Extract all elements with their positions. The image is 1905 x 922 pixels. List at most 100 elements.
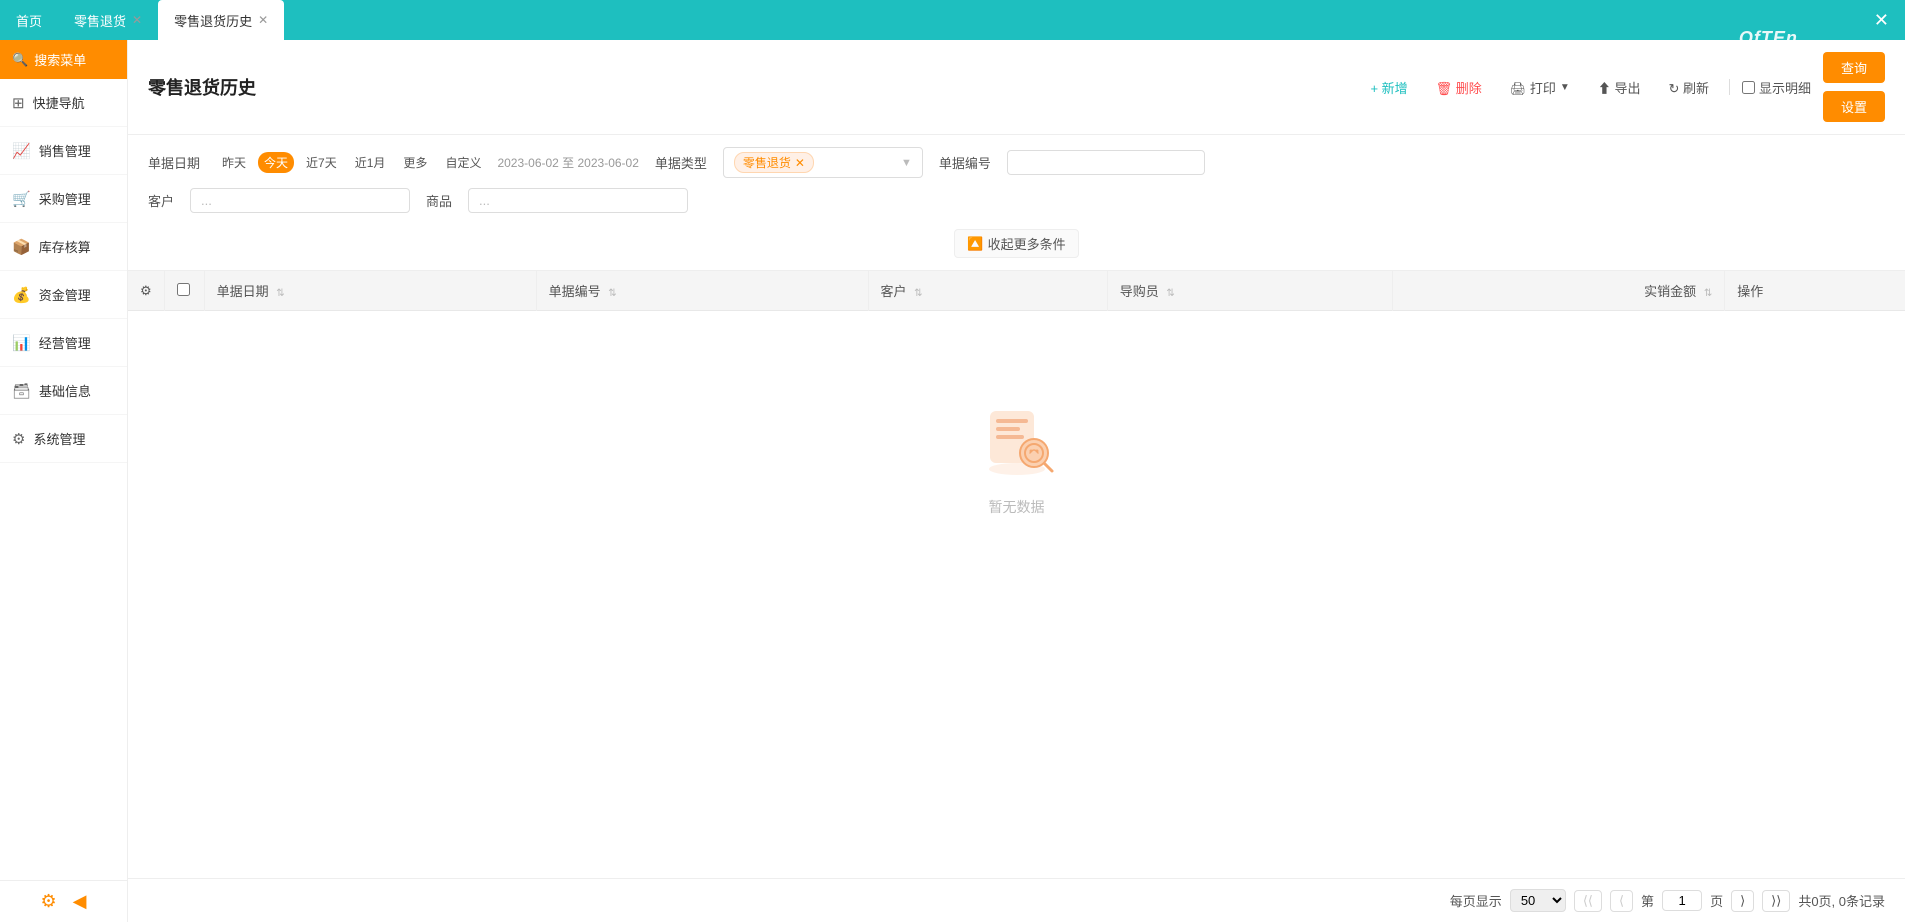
- sidebar-item-sales[interactable]: 📈 销售管理: [0, 127, 127, 175]
- shortcuts-icon: ⊞: [12, 94, 25, 112]
- collapse-button[interactable]: 🔼 收起更多条件: [954, 229, 1078, 258]
- sidebar-item-system[interactable]: ⚙ 系统管理: [0, 415, 127, 463]
- page-header: 零售退货历史 + 新增 🗑 删除 🖨 打印 ▼ ⬆ 导出 ↻ 刷新 显示明细 查…: [128, 40, 1905, 135]
- pagination: 每页显示 50 10 20 100 ⟨⟨ ⟨ 第 页 ⟩ ⟩⟩ 共0页, 0条记…: [128, 878, 1905, 922]
- table-settings-icon[interactable]: ⚙: [140, 283, 152, 298]
- sidebar-item-shortcuts[interactable]: ⊞ 快捷导航: [0, 79, 127, 127]
- new-button[interactable]: + 新增: [1362, 74, 1415, 101]
- purchase-icon: 🛒: [12, 190, 31, 208]
- collapse-row: 🔼 收起更多条件: [148, 223, 1885, 258]
- main-layout: 🔍 搜索菜单 ⊞ 快捷导航 📈 销售管理 🛒 采购管理 📦 库存核算 💰: [0, 40, 1905, 922]
- th-customer[interactable]: 客户 ⇅: [868, 271, 1107, 311]
- data-table: ⚙ 单据日期 ⇅ 单据编号 ⇅: [128, 271, 1905, 597]
- goods-filter-label: 商品: [426, 191, 452, 210]
- print-button[interactable]: 🖨 打印 ▼: [1502, 74, 1578, 101]
- sidebar-menu: ⊞ 快捷导航 📈 销售管理 🛒 采购管理 📦 库存核算 💰 资金管理 📊: [0, 79, 127, 880]
- th-guide[interactable]: 导购员 ⇅: [1107, 271, 1393, 311]
- sidebar-bottom: ⚙ ◀: [0, 880, 127, 922]
- date-opt-yesterday[interactable]: 昨天: [216, 152, 252, 173]
- next-page-button[interactable]: ⟩: [1731, 890, 1754, 912]
- tab-bar: 首页 零售退货 ✕ 零售退货历史 ✕: [0, 0, 1858, 40]
- finance-icon: 💰: [12, 286, 31, 304]
- table-body: 暂无数据: [128, 311, 1905, 598]
- tab-home[interactable]: 首页: [0, 0, 58, 40]
- select-all-checkbox[interactable]: [177, 283, 190, 296]
- tab-retail-return-history-close[interactable]: ✕: [258, 13, 268, 27]
- select-dropdown-icon: ▼: [901, 157, 912, 169]
- settings-bottom-icon[interactable]: ⚙: [41, 891, 57, 912]
- tab-retail-return-history[interactable]: 零售退货历史 ✕: [158, 0, 284, 40]
- customer-sort-icon: ⇅: [914, 288, 922, 299]
- filter-row-2: 客户 商品: [148, 188, 1885, 213]
- sidebar-item-finance[interactable]: 💰 资金管理: [0, 271, 127, 319]
- sidebar-search[interactable]: 🔍 搜索菜单: [0, 40, 127, 79]
- table-area: ⚙ 单据日期 ⇅ 单据编号 ⇅: [128, 271, 1905, 878]
- type-filter-select[interactable]: 零售退货 ✕ ▼: [723, 147, 923, 178]
- search-icon: 🔍: [12, 52, 28, 68]
- total-label: 共0页, 0条记录: [1798, 891, 1885, 910]
- amount-sort-icon: ⇅: [1704, 288, 1712, 299]
- settings-button[interactable]: 设置: [1823, 91, 1885, 122]
- window-close-button[interactable]: ✕: [1858, 10, 1905, 31]
- show-detail-checkbox[interactable]: [1742, 81, 1755, 94]
- th-checkbox[interactable]: [164, 271, 204, 311]
- divider: [1729, 79, 1730, 95]
- customer-filter-input[interactable]: [190, 188, 410, 213]
- content-area: 零售退货历史 + 新增 🗑 删除 🖨 打印 ▼ ⬆ 导出 ↻ 刷新 显示明细 查…: [128, 40, 1905, 922]
- per-page-select[interactable]: 50 10 20 100: [1510, 889, 1566, 912]
- sidebar-item-purchase[interactable]: 🛒 采购管理: [0, 175, 127, 223]
- last-page-button[interactable]: ⟩⟩: [1762, 890, 1790, 912]
- page-unit: 页: [1710, 891, 1723, 910]
- th-amount[interactable]: 实销金额 ⇅: [1393, 271, 1725, 311]
- inventory-icon: 📦: [12, 238, 31, 256]
- guide-sort-icon: ⇅: [1166, 288, 1174, 299]
- date-opt-today[interactable]: 今天: [258, 152, 294, 173]
- th-settings[interactable]: ⚙: [128, 271, 164, 311]
- sidebar-item-operations[interactable]: 📊 经营管理: [0, 319, 127, 367]
- basic-info-icon: 🗃: [12, 382, 31, 400]
- filter-area: 单据日期 昨天 今天 近7天 近1月 更多 自定义 2023-06-02 至 2…: [128, 135, 1905, 271]
- customer-filter-label: 客户: [148, 191, 174, 210]
- export-button[interactable]: ⬆ 导出: [1590, 74, 1649, 101]
- show-detail-checkbox-label[interactable]: 显示明细: [1742, 78, 1811, 97]
- th-date[interactable]: 单据日期 ⇅: [204, 271, 536, 311]
- empty-state: 暂无数据: [128, 311, 1905, 597]
- query-button[interactable]: 查询: [1823, 52, 1885, 83]
- number-filter-label: 单据编号: [939, 153, 991, 172]
- collapse-sidebar-icon[interactable]: ◀: [73, 891, 87, 912]
- filter-row-1: 单据日期 昨天 今天 近7天 近1月 更多 自定义 2023-06-02 至 2…: [148, 147, 1885, 178]
- sidebar-item-inventory[interactable]: 📦 库存核算: [0, 223, 127, 271]
- date-opt-more[interactable]: 更多: [397, 152, 433, 173]
- th-actions: 操作: [1725, 271, 1905, 311]
- empty-illustration: [972, 391, 1062, 481]
- date-opt-1month[interactable]: 近1月: [349, 152, 392, 173]
- empty-state-row: 暂无数据: [128, 311, 1905, 598]
- page-number-input[interactable]: [1662, 890, 1702, 911]
- date-range-display: 2023-06-02 至 2023-06-02: [497, 154, 638, 171]
- sales-icon: 📈: [12, 142, 31, 160]
- header-actions: + 新增 🗑 删除 🖨 打印 ▼ ⬆ 导出 ↻ 刷新 显示明细 查询 设置: [1362, 52, 1885, 122]
- tag-close-icon[interactable]: ✕: [795, 156, 805, 170]
- tab-retail-return-close[interactable]: ✕: [132, 13, 142, 27]
- print-dropdown-icon[interactable]: ▼: [1560, 82, 1570, 93]
- date-filter-label: 单据日期: [148, 153, 200, 172]
- page-label: 第: [1641, 891, 1654, 910]
- delete-button[interactable]: 🗑 删除: [1428, 74, 1490, 101]
- date-opt-custom[interactable]: 自定义: [439, 152, 487, 173]
- sidebar: 🔍 搜索菜单 ⊞ 快捷导航 📈 销售管理 🛒 采购管理 📦 库存核算 💰: [0, 40, 128, 922]
- date-opt-7days[interactable]: 近7天: [300, 152, 343, 173]
- sidebar-item-basic-info[interactable]: 🗃 基础信息: [0, 367, 127, 415]
- goods-filter-input[interactable]: [468, 188, 688, 213]
- refresh-button[interactable]: ↻ 刷新: [1660, 74, 1717, 101]
- tab-retail-return[interactable]: 零售退货 ✕: [58, 0, 158, 40]
- per-page-label: 每页显示: [1450, 891, 1502, 910]
- system-icon: ⚙: [12, 430, 25, 448]
- page-title: 零售退货历史: [148, 74, 256, 100]
- first-page-button[interactable]: ⟨⟨: [1574, 890, 1602, 912]
- prev-page-button[interactable]: ⟨: [1610, 890, 1633, 912]
- top-bar: 首页 零售退货 ✕ 零售退货历史 ✕ OfTEn ✕: [0, 0, 1905, 40]
- number-filter-input[interactable]: [1007, 150, 1205, 175]
- type-tag: 零售退货 ✕: [734, 152, 814, 173]
- th-number[interactable]: 单据编号 ⇅: [536, 271, 868, 311]
- type-filter-label: 单据类型: [655, 153, 707, 172]
